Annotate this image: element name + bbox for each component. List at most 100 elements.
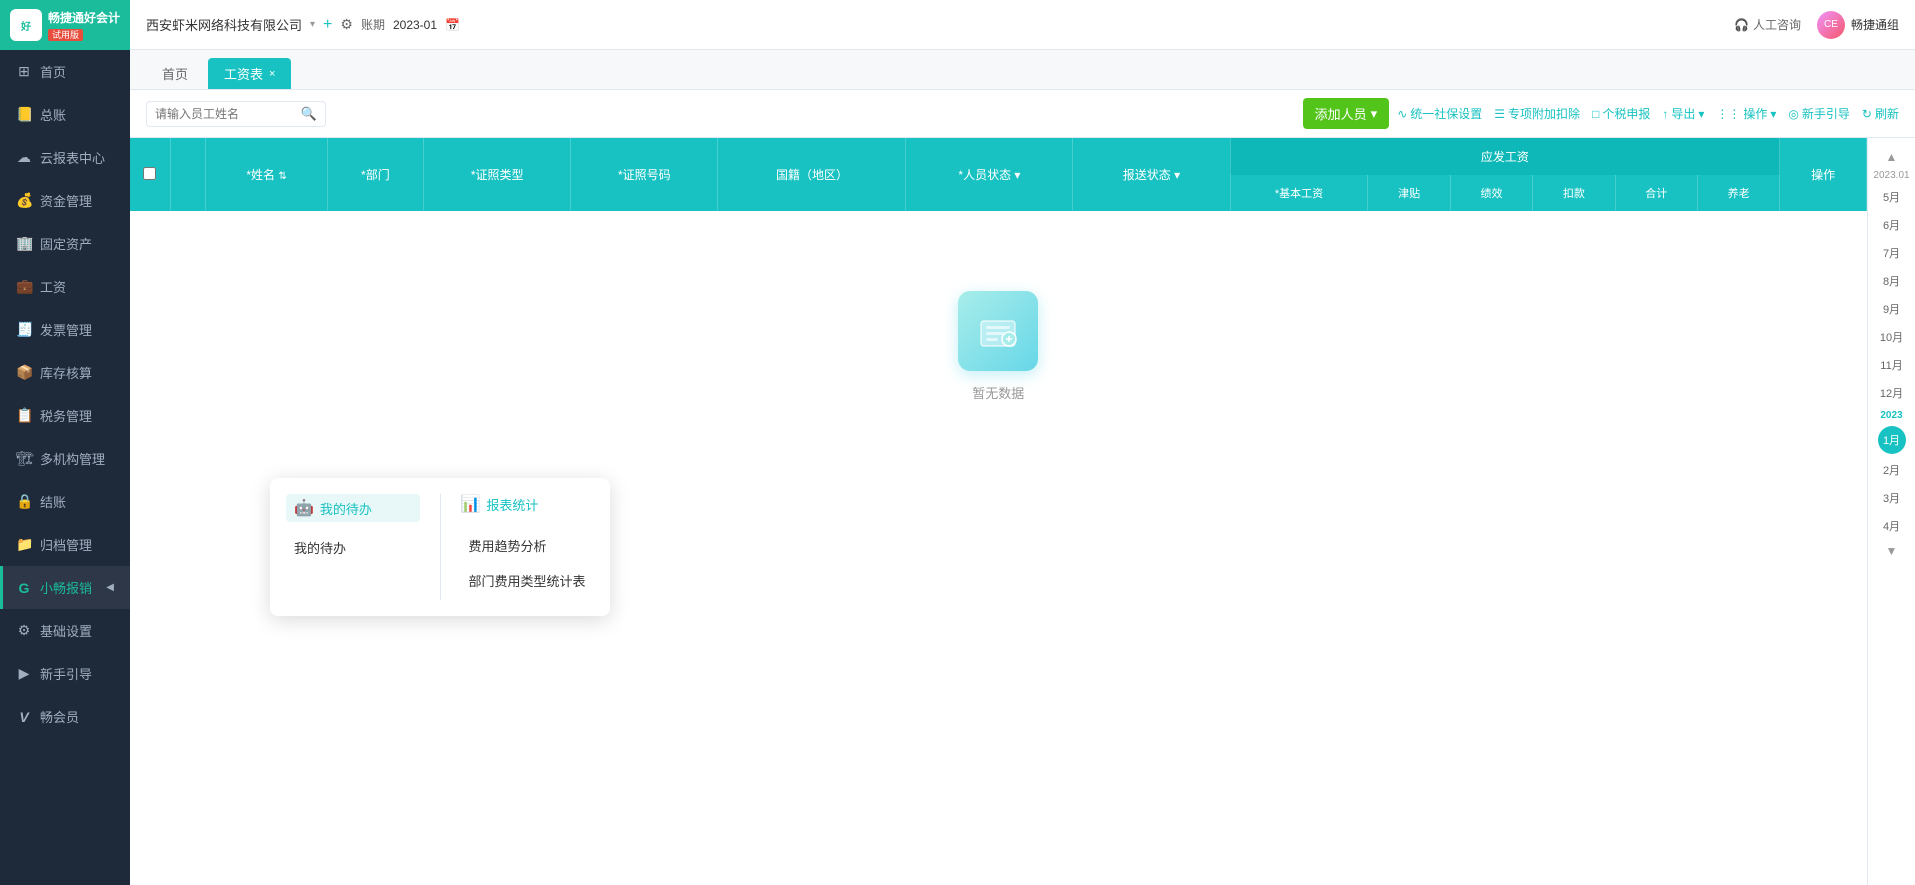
sidebar-item-home[interactable]: ⊞ 首页 xyxy=(0,50,130,93)
logo-icon: 好 xyxy=(10,9,42,41)
popup-title-todo[interactable]: 🤖 我的待办 xyxy=(286,494,420,522)
special-deduct-icon: ☰ xyxy=(1494,107,1505,121)
social-insurance-button[interactable]: ∿ 统一社保设置 xyxy=(1397,105,1482,122)
sort-icon[interactable]: ⇅ xyxy=(278,171,286,182)
month-nav-up[interactable]: ▲ xyxy=(1882,146,1902,168)
th-person-status[interactable]: *人员状态 ▾ xyxy=(906,138,1073,211)
sidebar-item-cloud-report[interactable]: ☁ 云报表中心 xyxy=(0,136,130,179)
avatar: CE xyxy=(1817,11,1845,39)
report-icon: 📊 xyxy=(461,494,481,514)
add-company-icon[interactable]: + xyxy=(323,16,332,34)
search-icon: 🔍 xyxy=(301,106,317,122)
company-dropdown-icon[interactable]: ▾ xyxy=(310,19,315,30)
fixed-asset-icon: 🏢 xyxy=(16,235,32,252)
sidebar-item-salary[interactable]: 💼 工资 xyxy=(0,265,130,308)
operate-button[interactable]: ⋮⋮ 操作 ▾ xyxy=(1716,105,1776,122)
month-2[interactable]: 2月 xyxy=(1868,456,1915,484)
popup-section-todo: 🤖 我的待办 我的待办 xyxy=(286,494,420,600)
sidebar-item-basic[interactable]: ⚙ 基础设置 xyxy=(0,609,130,652)
todo-icon: 🤖 xyxy=(294,498,314,518)
special-deduct-button[interactable]: ☰ 专项附加扣除 xyxy=(1494,105,1580,122)
tab-salary-table[interactable]: 工资表 × xyxy=(208,58,291,89)
settings-icon[interactable]: ⚙ xyxy=(340,16,353,33)
th-name: *姓名 ⇅ xyxy=(206,138,327,211)
popup-item-dept-stat[interactable]: 部门费用类型统计表 xyxy=(461,565,595,596)
tax-declare-icon: □ xyxy=(1592,107,1599,121)
collapse-icon: ◀ xyxy=(106,582,114,593)
month-1-active[interactable]: 1月 xyxy=(1878,426,1906,454)
topbar-right: 🎧 人工咨询 CE 畅捷通组 xyxy=(1734,11,1899,39)
th-pension: 养老 xyxy=(1697,175,1779,211)
sidebar-item-multi-org[interactable]: 🏗 多机构管理 xyxy=(0,437,130,480)
guide-icon: ▶ xyxy=(16,665,32,682)
cloud-icon: ☁ xyxy=(16,149,32,166)
logo-title: 畅捷通好会计 xyxy=(48,9,120,26)
sidebar-item-guide[interactable]: ▶ 新手引导 xyxy=(0,652,130,695)
th-checkbox[interactable] xyxy=(130,138,170,211)
sidebar-item-tax[interactable]: 📋 税务管理 xyxy=(0,394,130,437)
toolbar-actions: ∿ 统一社保设置 ☰ 专项附加扣除 □ 个税申报 ↑ 导出 ▾ ⋮⋮ 操作 ▾ xyxy=(1397,105,1899,122)
guide-button[interactable]: ◎ 新手引导 xyxy=(1788,105,1850,122)
search-input[interactable] xyxy=(155,107,295,121)
month-12[interactable]: 12月 xyxy=(1868,379,1915,407)
salary-table: *姓名 ⇅ *部门 *证照类型 *证照号码 国籍（地区） *人员状态 ▾ 报送状… xyxy=(130,138,1867,482)
month-4[interactable]: 4月 xyxy=(1868,512,1915,540)
sidebar-item-ledger[interactable]: 📒 总账 xyxy=(0,93,130,136)
tab-home[interactable]: 首页 xyxy=(146,58,204,89)
help-button[interactable]: 🎧 人工咨询 xyxy=(1734,16,1801,33)
sidebar-item-member[interactable]: V 畅会员 xyxy=(0,695,130,738)
empty-state: 暂无数据 xyxy=(130,211,1867,482)
username: 畅捷通组 xyxy=(1851,16,1899,33)
popup-title-report[interactable]: 📊 报表统计 xyxy=(461,494,595,520)
app-logo: 好 畅捷通好会计 试用版 xyxy=(0,0,130,50)
content-area: *姓名 ⇅ *部门 *证照类型 *证照号码 国籍（地区） *人员状态 ▾ 报送状… xyxy=(130,138,1915,885)
month-5[interactable]: 5月 xyxy=(1868,183,1915,211)
calendar-icon[interactable]: 📅 xyxy=(445,18,460,32)
th-deduct: 扣款 xyxy=(1533,175,1615,211)
th-total: 合计 xyxy=(1615,175,1697,211)
month-6[interactable]: 6月 xyxy=(1868,211,1915,239)
company-name: 西安虾米网络科技有限公司 xyxy=(146,15,302,34)
tab-close-icon[interactable]: × xyxy=(269,68,275,80)
add-person-button[interactable]: 添加人员 ▾ xyxy=(1303,98,1390,129)
user-menu[interactable]: CE 畅捷通组 xyxy=(1817,11,1899,39)
logo-text-block: 畅捷通好会计 试用版 xyxy=(48,9,120,41)
select-all-checkbox[interactable] xyxy=(143,167,156,180)
member-icon: V xyxy=(16,709,32,725)
month-10[interactable]: 10月 xyxy=(1868,323,1915,351)
empty-text: 暂无数据 xyxy=(972,383,1024,402)
tax-declare-button[interactable]: □ 个税申报 xyxy=(1592,105,1650,122)
sidebar-item-fixed-asset[interactable]: 🏢 固定资产 xyxy=(0,222,130,265)
dropdown-popup: 🤖 我的待办 我的待办 📊 报表统计 费用趋势分析 部门费用类型统计表 xyxy=(270,478,610,616)
month-11[interactable]: 11月 xyxy=(1868,351,1915,379)
sidebar: 好 畅捷通好会计 试用版 ⊞ 首页 📒 总账 ☁ 云报表中心 💰 资金管理 🏢 … xyxy=(0,0,130,885)
sidebar-item-inventory[interactable]: 📦 库存核算 xyxy=(0,351,130,394)
th-report-status[interactable]: 报送状态 ▾ xyxy=(1073,138,1230,211)
invoice-icon: 🧾 xyxy=(16,321,32,338)
month-3[interactable]: 3月 xyxy=(1868,484,1915,512)
sidebar-item-fund[interactable]: 💰 资金管理 xyxy=(0,179,130,222)
basic-icon: ⚙ xyxy=(16,622,32,639)
export-button[interactable]: ↑ 导出 ▾ xyxy=(1662,105,1704,122)
salary-icon: 💼 xyxy=(16,278,32,295)
inventory-icon: 📦 xyxy=(16,364,32,381)
archive-icon: 📁 xyxy=(16,536,32,553)
popup-item-trend[interactable]: 费用趋势分析 xyxy=(461,530,595,561)
tabbar: 首页 工资表 × xyxy=(130,50,1915,90)
month-nav-down[interactable]: ▼ xyxy=(1882,540,1902,562)
refresh-button[interactable]: ↻ 刷新 xyxy=(1862,105,1899,122)
search-box[interactable]: 🔍 xyxy=(146,101,326,127)
month-9[interactable]: 9月 xyxy=(1868,295,1915,323)
social-insurance-icon: ∿ xyxy=(1397,107,1407,121)
sidebar-item-invoice[interactable]: 🧾 发票管理 xyxy=(0,308,130,351)
th-basic-salary: *基本工资 xyxy=(1230,175,1368,211)
sidebar-item-xiaochang[interactable]: G 小畅报销 ◀ xyxy=(0,566,130,609)
export-icon: ↑ xyxy=(1662,107,1668,121)
sidebar-item-closing[interactable]: 🔒 结账 xyxy=(0,480,130,523)
th-salary-group: 应发工资 xyxy=(1230,138,1780,175)
month-8[interactable]: 8月 xyxy=(1868,267,1915,295)
th-allowance: 津贴 xyxy=(1368,175,1450,211)
sidebar-item-archive[interactable]: 📁 归档管理 xyxy=(0,523,130,566)
month-7[interactable]: 7月 xyxy=(1868,239,1915,267)
popup-item-my-todo[interactable]: 我的待办 xyxy=(286,532,420,563)
